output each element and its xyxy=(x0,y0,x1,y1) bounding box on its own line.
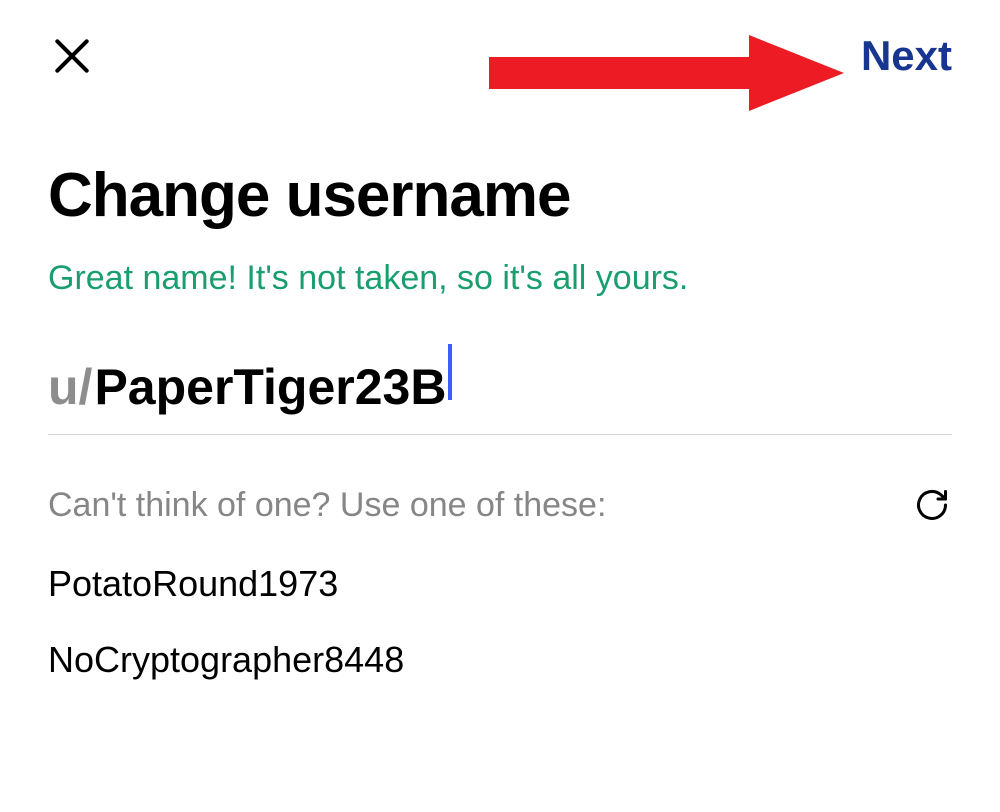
page-title: Change username xyxy=(48,160,952,231)
username-prefix: u/ xyxy=(48,358,92,416)
suggestion-item[interactable]: PotatoRound1973 xyxy=(48,563,952,605)
suggestions-label: Can't think of one? Use one of these: xyxy=(48,486,606,525)
text-cursor xyxy=(448,344,452,400)
status-message: Great name! It's not taken, so it's all … xyxy=(48,259,952,298)
close-button[interactable] xyxy=(48,32,96,80)
refresh-icon xyxy=(914,487,950,523)
refresh-suggestions-button[interactable] xyxy=(912,485,952,525)
username-value: PaperTiger23B xyxy=(94,358,446,416)
next-button[interactable]: Next xyxy=(861,32,952,80)
close-icon xyxy=(50,34,94,78)
username-input[interactable]: u/ PaperTiger23B xyxy=(48,348,952,435)
suggestion-item[interactable]: NoCryptographer8448 xyxy=(48,639,952,681)
